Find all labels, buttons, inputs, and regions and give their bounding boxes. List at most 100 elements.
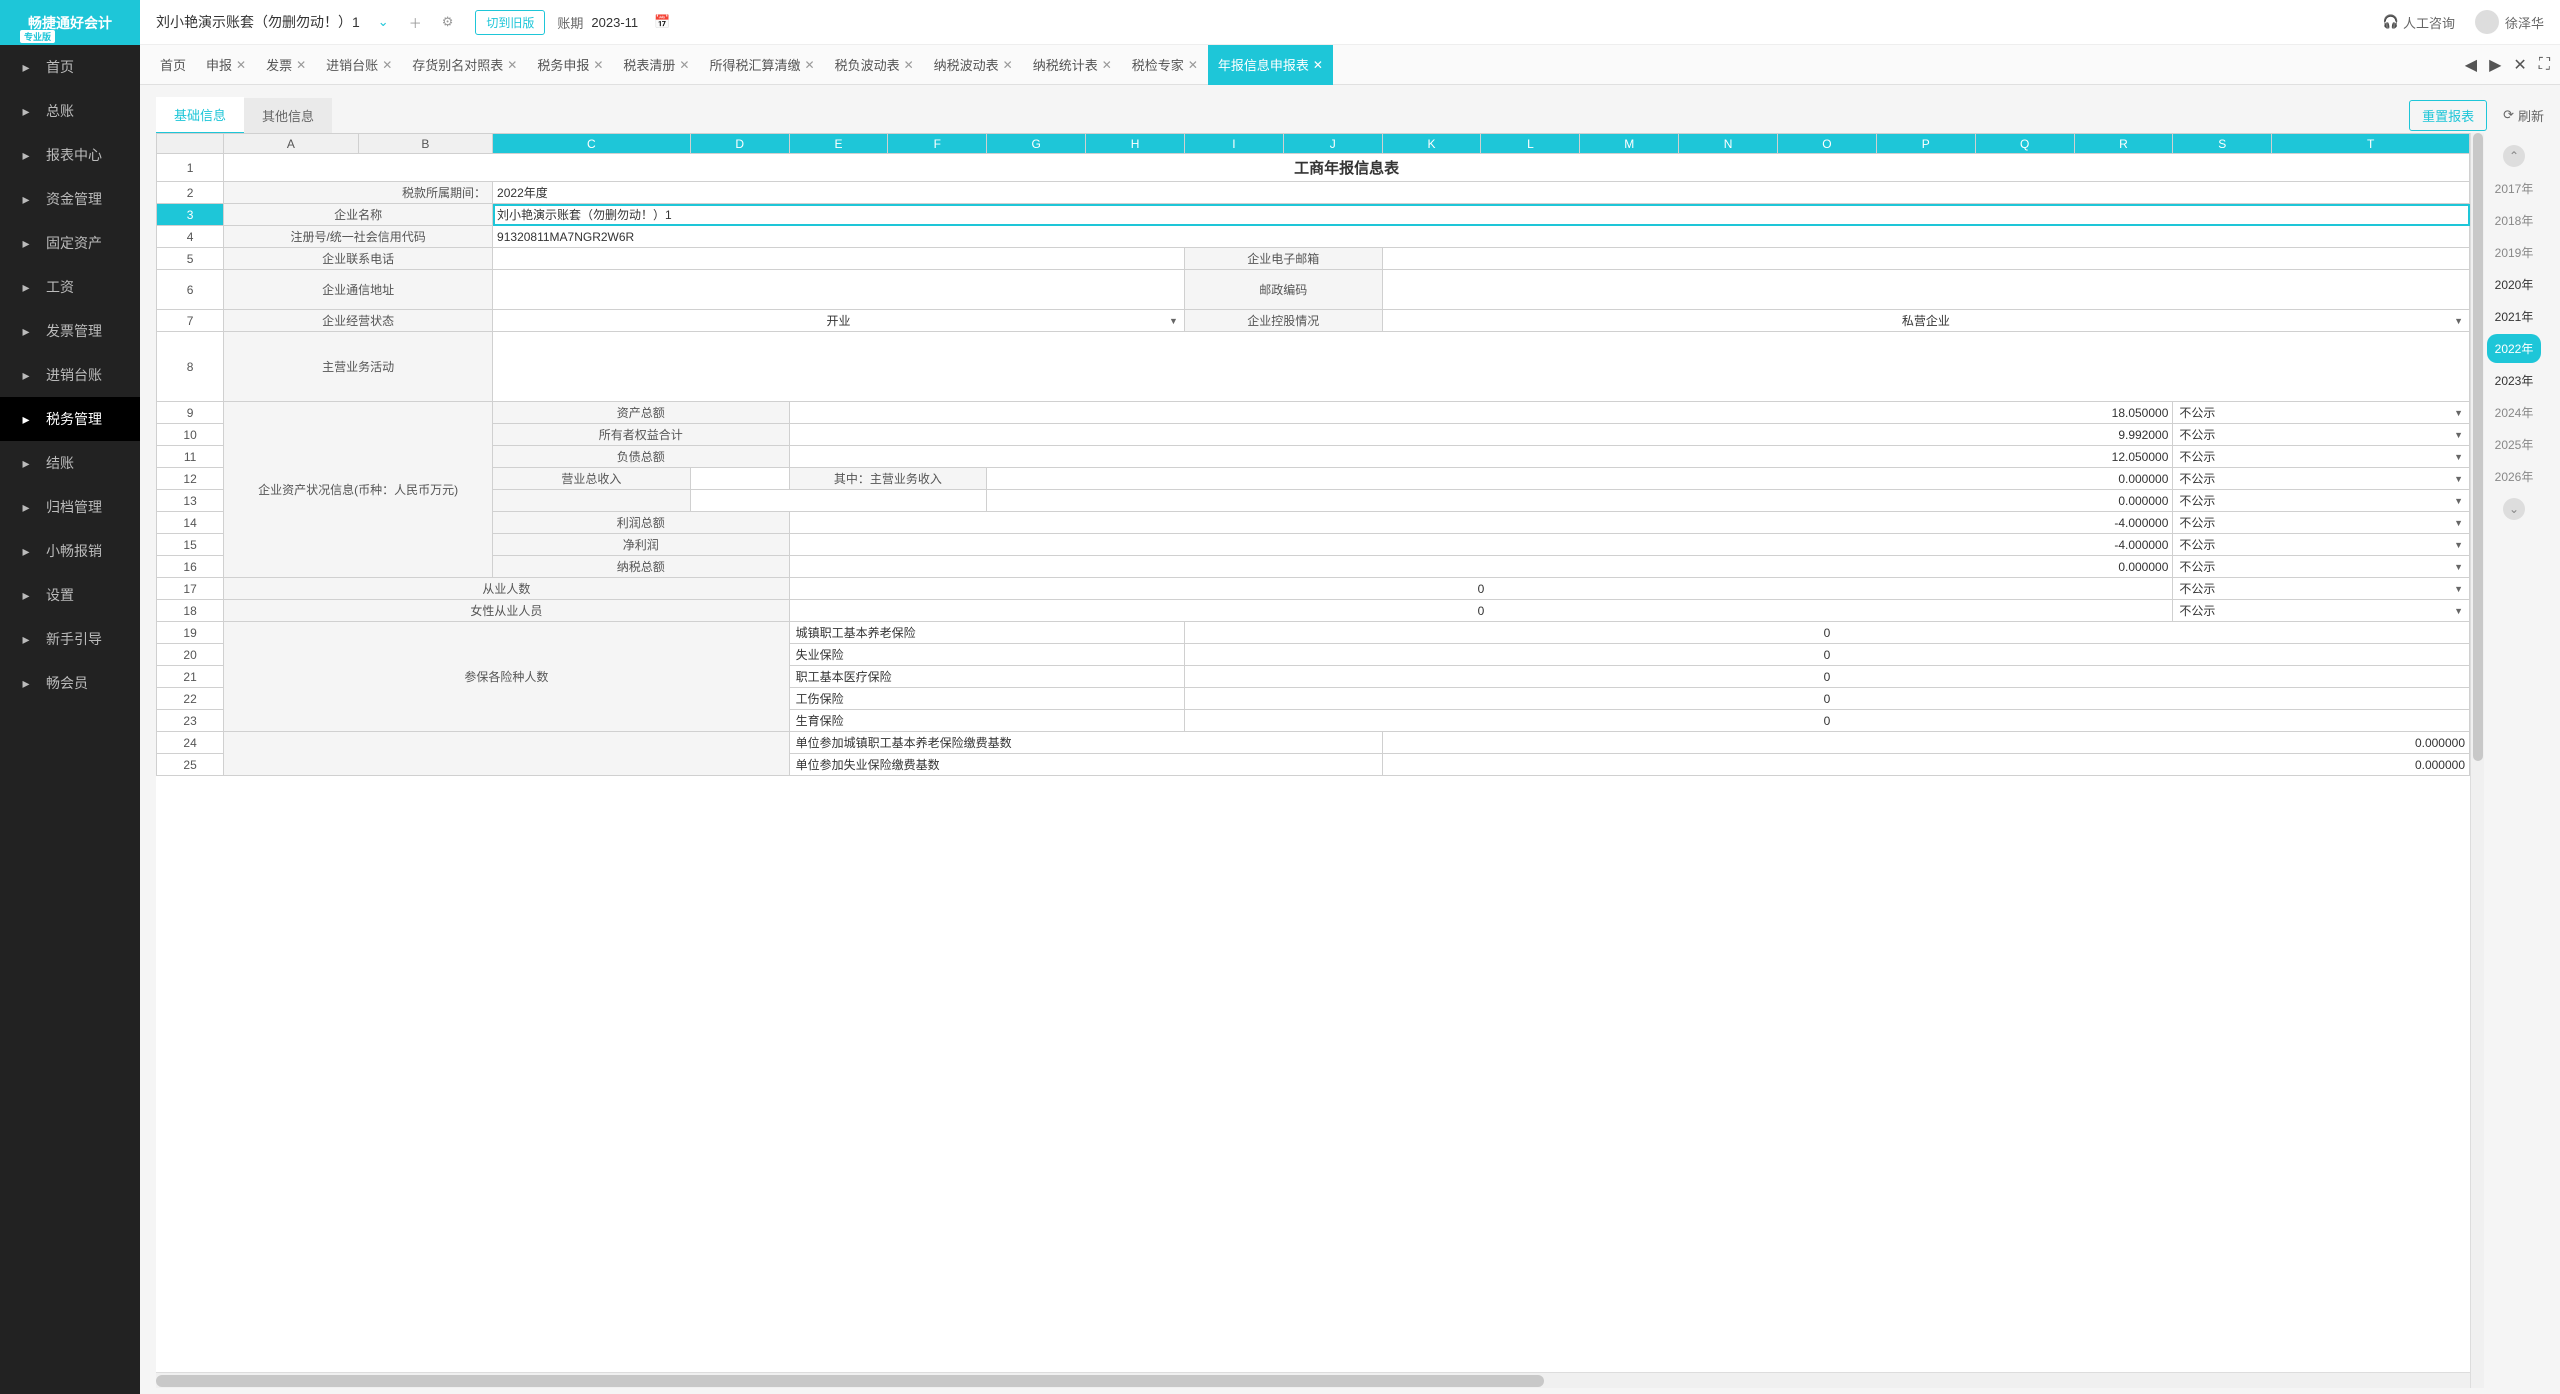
- cell[interactable]: 0: [1184, 710, 2469, 732]
- sidebar-item-fund[interactable]: ▸资金管理: [0, 177, 140, 221]
- publicity-select[interactable]: 不公示: [2173, 402, 2470, 424]
- col-header[interactable]: M: [1580, 134, 1679, 154]
- account-selector[interactable]: 刘小艳演示账套（勿删勿动！）1: [156, 12, 360, 32]
- cell[interactable]: [493, 332, 2470, 402]
- fullscreen-icon[interactable]: ⛶: [2539, 56, 2550, 74]
- col-header[interactable]: [157, 134, 224, 154]
- row-header[interactable]: 11: [157, 446, 224, 468]
- holding-select[interactable]: 私营企业: [1382, 310, 2469, 332]
- close-icon[interactable]: ✕: [507, 58, 517, 72]
- cell[interactable]: [1382, 270, 2469, 310]
- sidebar-item-stock[interactable]: ▸进销台账: [0, 353, 140, 397]
- col-header[interactable]: N: [1679, 134, 1778, 154]
- cell[interactable]: -4.000000: [789, 534, 2173, 556]
- col-header[interactable]: Q: [1975, 134, 2074, 154]
- publicity-select[interactable]: 不公示: [2173, 468, 2470, 490]
- row-header[interactable]: 24: [157, 732, 224, 754]
- sidebar-item-settings[interactable]: ▸设置: [0, 573, 140, 617]
- row-header[interactable]: 7: [157, 310, 224, 332]
- tab-prev-icon[interactable]: ◀: [2465, 55, 2477, 75]
- subtab-basic[interactable]: 基础信息: [156, 97, 244, 134]
- tab-年报信息申报表[interactable]: 年报信息申报表✕: [1208, 45, 1333, 85]
- tab-纳税统计表[interactable]: 纳税统计表✕: [1023, 45, 1122, 85]
- col-header[interactable]: T: [2272, 134, 2470, 154]
- cell[interactable]: 不公示: [2173, 578, 2470, 600]
- close-icon[interactable]: ✕: [236, 58, 246, 72]
- year-option[interactable]: 2021年: [2487, 302, 2542, 331]
- sidebar-item-tax[interactable]: ▸税务管理: [0, 397, 140, 441]
- sidebar-item-vip[interactable]: ▸畅会员: [0, 661, 140, 705]
- close-icon[interactable]: ✕: [1102, 58, 1112, 72]
- row-header[interactable]: 18: [157, 600, 224, 622]
- sidebar-item-home[interactable]: ▸首页: [0, 45, 140, 89]
- sidebar-item-asset[interactable]: ▸固定资产: [0, 221, 140, 265]
- year-option[interactable]: 2019年: [2487, 238, 2542, 267]
- col-header[interactable]: G: [987, 134, 1086, 154]
- close-icon[interactable]: ✕: [679, 58, 689, 72]
- year-option[interactable]: 2020年: [2487, 270, 2542, 299]
- tab-进销台账[interactable]: 进销台账✕: [316, 45, 402, 85]
- col-header[interactable]: K: [1382, 134, 1481, 154]
- tab-纳税波动表[interactable]: 纳税波动表✕: [924, 45, 1023, 85]
- col-header[interactable]: E: [789, 134, 888, 154]
- consult-button[interactable]: 🎧 人工咨询: [2383, 13, 2455, 32]
- cell[interactable]: [690, 490, 987, 512]
- subtab-other[interactable]: 其他信息: [244, 98, 332, 133]
- tab-税检专家[interactable]: 税检专家✕: [1122, 45, 1208, 85]
- publicity-select[interactable]: 不公示: [2173, 490, 2470, 512]
- col-header[interactable]: H: [1086, 134, 1185, 154]
- col-header[interactable]: D: [690, 134, 789, 154]
- tab-close-all-icon[interactable]: ✕: [2513, 55, 2526, 75]
- tax-period-value[interactable]: 2022年度: [493, 182, 2470, 204]
- cell[interactable]: 0: [1184, 688, 2469, 710]
- sidebar-item-report[interactable]: ▸报表中心: [0, 133, 140, 177]
- col-header[interactable]: C: [493, 134, 691, 154]
- cell[interactable]: 0.000000: [1382, 754, 2469, 776]
- row-header[interactable]: 13: [157, 490, 224, 512]
- sidebar-item-expense[interactable]: ▸小畅报销: [0, 529, 140, 573]
- row-header[interactable]: 4: [157, 226, 224, 248]
- sidebar-item-salary[interactable]: ▸工资: [0, 265, 140, 309]
- close-icon[interactable]: ✕: [296, 58, 306, 72]
- row-header[interactable]: 8: [157, 332, 224, 402]
- row-header[interactable]: 20: [157, 644, 224, 666]
- tab-税负波动表[interactable]: 税负波动表✕: [825, 45, 924, 85]
- sidebar-item-guide[interactable]: ▸新手引导: [0, 617, 140, 661]
- close-icon[interactable]: ✕: [593, 58, 603, 72]
- publicity-select[interactable]: 不公示: [2173, 534, 2470, 556]
- cell[interactable]: 不公示: [2173, 600, 2470, 622]
- tab-申报[interactable]: 申报✕: [196, 45, 256, 85]
- refresh-button[interactable]: ⟳ 刷新: [2503, 106, 2544, 125]
- col-header[interactable]: F: [888, 134, 987, 154]
- calendar-icon[interactable]: 📅: [654, 14, 670, 30]
- row-header[interactable]: 9: [157, 402, 224, 424]
- plus-icon[interactable]: ＋: [409, 13, 422, 32]
- reg-code-cell[interactable]: 91320811MA7NGR2W6R: [493, 226, 2470, 248]
- cell[interactable]: 0.000000: [1382, 732, 2469, 754]
- close-icon[interactable]: ✕: [1003, 58, 1013, 72]
- user-menu[interactable]: 徐泽华: [2475, 10, 2544, 34]
- row-header[interactable]: 5: [157, 248, 224, 270]
- close-icon[interactable]: ✕: [382, 58, 392, 72]
- year-option[interactable]: 2018年: [2487, 206, 2542, 235]
- row-header[interactable]: 15: [157, 534, 224, 556]
- row-header[interactable]: 2: [157, 182, 224, 204]
- cell[interactable]: 0.000000: [987, 490, 2173, 512]
- phone-cell[interactable]: [493, 248, 1185, 270]
- tab-发票[interactable]: 发票✕: [256, 45, 316, 85]
- row-header[interactable]: 12: [157, 468, 224, 490]
- col-header[interactable]: A: [224, 134, 358, 154]
- cell[interactable]: 18.050000: [789, 402, 2173, 424]
- row-header[interactable]: 25: [157, 754, 224, 776]
- year-option[interactable]: 2024年: [2487, 398, 2542, 427]
- row-header[interactable]: 17: [157, 578, 224, 600]
- company-name-cell[interactable]: 刘小艳演示账套（勿删勿动！）1: [493, 204, 2470, 226]
- old-version-button[interactable]: 切到旧版: [475, 10, 545, 35]
- row-header[interactable]: 6: [157, 270, 224, 310]
- year-option[interactable]: 2025年: [2487, 430, 2542, 459]
- cell[interactable]: 12.050000: [789, 446, 2173, 468]
- cell[interactable]: 0: [1184, 622, 2469, 644]
- cell[interactable]: [493, 270, 1185, 310]
- year-up-icon[interactable]: ⌃: [2503, 145, 2525, 167]
- cell[interactable]: 0.000000: [987, 468, 2173, 490]
